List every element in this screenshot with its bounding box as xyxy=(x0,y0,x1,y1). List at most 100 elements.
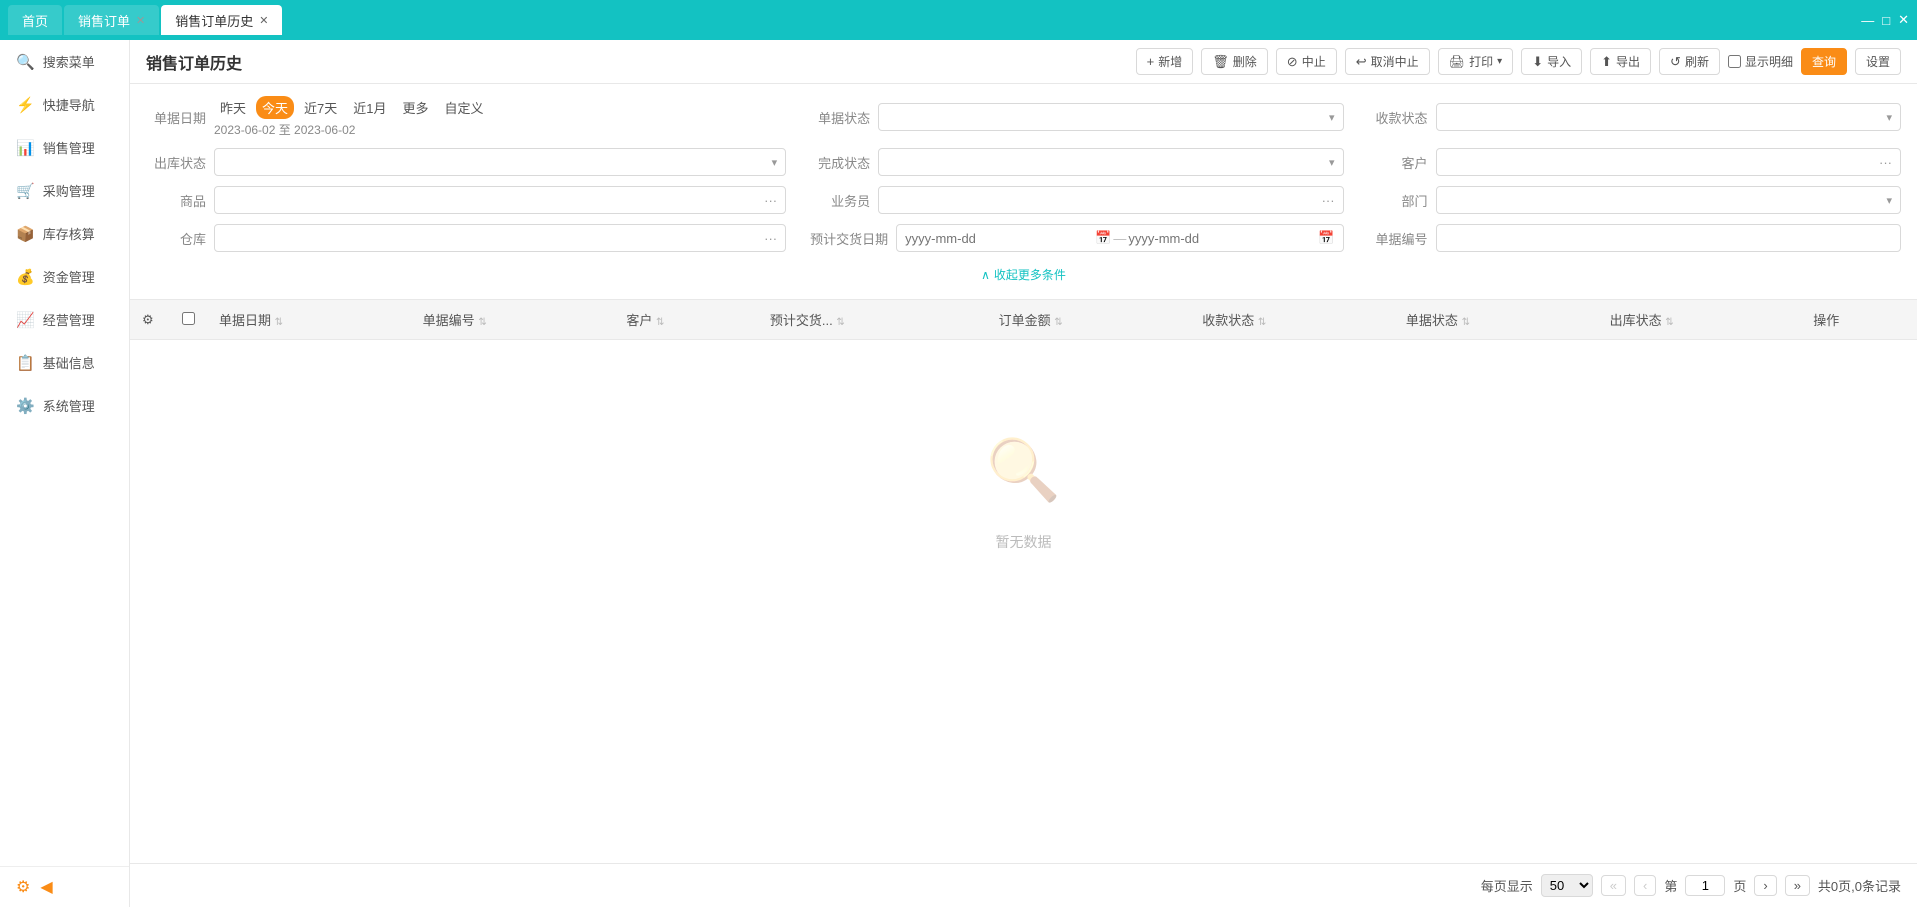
sidebar-item-sales-mgmt[interactable]: 📊 销售管理 xyxy=(0,126,129,169)
th-stock-out-label: 出库状态 xyxy=(1610,313,1662,328)
print-arrow-icon: ▾ xyxy=(1497,56,1502,67)
salesperson-more-icon[interactable]: ··· xyxy=(1322,193,1335,208)
date-btn-more[interactable]: 更多 xyxy=(397,96,435,119)
table-settings-icon[interactable]: ⚙ xyxy=(142,312,154,327)
date-range-display: 2023-06-02 至 2023-06-02 xyxy=(214,121,786,138)
order-status-control[interactable]: ▾ xyxy=(878,103,1343,131)
sidebar-collapse-icon[interactable]: ◀ xyxy=(40,877,52,897)
no-sort-icon[interactable]: ⇅ xyxy=(478,317,486,328)
delete-button[interactable]: 🗑 删除 xyxy=(1201,48,1268,75)
sidebar-item-purchase-mgmt[interactable]: 🛒 采购管理 xyxy=(0,169,129,212)
sidebar-item-quick-nav[interactable]: ⚡ 快捷导航 xyxy=(0,83,129,126)
stock-sort-icon[interactable]: ⇅ xyxy=(1665,317,1673,328)
tab-sales-order-history-close[interactable]: ✕ xyxy=(259,14,268,27)
date-range-separator: — xyxy=(1113,231,1126,246)
last-page-btn[interactable]: » xyxy=(1785,875,1810,896)
export-button[interactable]: ⬆ 导出 xyxy=(1590,48,1651,75)
sidebar-settings-icon[interactable]: ⚙ xyxy=(16,877,30,897)
date-btn-last1m[interactable]: 近1月 xyxy=(347,96,392,119)
customer-sort-icon[interactable]: ⇅ xyxy=(656,317,664,328)
date-btn-custom[interactable]: 自定义 xyxy=(439,96,490,119)
th-no-label: 单据编号 xyxy=(423,313,475,328)
customer-control[interactable]: ··· xyxy=(1436,148,1901,176)
calendar-end-icon[interactable]: 📅 xyxy=(1318,230,1334,246)
sidebar-item-search-menu[interactable]: 🔍 搜索菜单 xyxy=(0,40,129,83)
filter-customer: 客户 ··· xyxy=(1368,148,1901,176)
expected-sort-icon[interactable]: ⇅ xyxy=(836,317,844,328)
complete-status-control[interactable]: ▾ xyxy=(878,148,1343,176)
tab-home[interactable]: 首页 xyxy=(8,5,62,35)
payment-status-control[interactable]: ▾ xyxy=(1436,103,1901,131)
empty-figure-icon xyxy=(974,420,1074,520)
collapse-filter-label: 收起更多条件 xyxy=(994,266,1066,283)
payment-sort-icon[interactable]: ⇅ xyxy=(1258,317,1266,328)
collapse-filter-btn[interactable]: ∧ 收起更多条件 xyxy=(146,262,1901,287)
expected-date-start[interactable] xyxy=(905,231,1093,246)
date-btn-today[interactable]: 今天 xyxy=(256,96,294,119)
stock-out-status-control[interactable]: ▾ xyxy=(214,148,786,176)
select-all-checkbox[interactable] xyxy=(182,312,195,325)
display-detail-input[interactable] xyxy=(1728,55,1741,68)
date-sort-icon[interactable]: ⇅ xyxy=(275,317,283,328)
customer-more-icon[interactable]: ··· xyxy=(1879,155,1892,170)
stop-icon: ⊘ xyxy=(1287,54,1298,70)
order-no-control[interactable] xyxy=(1436,224,1901,252)
settings-button[interactable]: 设置 xyxy=(1855,48,1901,75)
first-page-btn[interactable]: « xyxy=(1601,875,1626,896)
goods-control[interactable]: ··· xyxy=(214,186,786,214)
prev-page-btn[interactable]: ‹ xyxy=(1634,875,1656,896)
refresh-button[interactable]: ↺ 刷新 xyxy=(1659,48,1720,75)
print-button[interactable]: 🖨 打印 ▾ xyxy=(1438,48,1514,75)
department-control[interactable]: ▾ xyxy=(1436,186,1901,214)
expected-date-end[interactable] xyxy=(1128,231,1316,246)
window-close-btn[interactable]: ✕ xyxy=(1898,12,1909,28)
sidebar-item-inventory[interactable]: 📦 库存核算 xyxy=(0,212,129,255)
stop-button[interactable]: ⊘ 中止 xyxy=(1276,48,1337,75)
tab-sales-order-close[interactable]: ✕ xyxy=(136,14,145,27)
sidebar-item-basic-info[interactable]: 📋 基础信息 xyxy=(0,341,129,384)
payment-status-label: 收款状态 xyxy=(1368,108,1428,127)
table-body: 暂无数据 xyxy=(130,340,1917,633)
new-label: 新增 xyxy=(1158,53,1182,70)
page-size-select[interactable]: 50 10 20 100 xyxy=(1541,874,1593,897)
calendar-start-icon[interactable]: 📅 xyxy=(1095,230,1111,246)
department-label: 部门 xyxy=(1368,191,1428,210)
order-no-input[interactable] xyxy=(1445,231,1892,246)
stock-out-status-label: 出库状态 xyxy=(146,153,206,172)
goods-more-icon[interactable]: ··· xyxy=(764,193,777,208)
expected-date-control[interactable]: 📅 — 📅 xyxy=(896,224,1343,252)
new-icon: + xyxy=(1147,54,1155,69)
th-expected-date: 预计交货... ⇅ xyxy=(758,300,987,340)
top-bar: 首页 销售订单 ✕ 销售订单历史 ✕ — □ ✕ xyxy=(0,0,1917,40)
th-payment-status: 收款状态 ⇅ xyxy=(1190,300,1394,340)
sidebar-item-operations[interactable]: 📈 经营管理 xyxy=(0,298,129,341)
sidebar-item-sys-mgmt[interactable]: ⚙️ 系统管理 xyxy=(0,384,129,427)
sidebar-item-finance-label: 资金管理 xyxy=(43,267,95,286)
date-btn-last7[interactable]: 近7天 xyxy=(298,96,343,119)
import-button[interactable]: ⬇ 导入 xyxy=(1521,48,1582,75)
amount-sort-icon[interactable]: ⇅ xyxy=(1054,317,1062,328)
tab-sales-order[interactable]: 销售订单 ✕ xyxy=(64,5,159,35)
warehouse-more-icon[interactable]: ··· xyxy=(764,231,777,246)
query-button[interactable]: 查询 xyxy=(1801,48,1847,75)
salesperson-control[interactable]: ··· xyxy=(878,186,1343,214)
window-max-btn[interactable]: □ xyxy=(1882,13,1890,28)
window-min-btn[interactable]: — xyxy=(1861,13,1874,28)
warehouse-control[interactable]: ··· xyxy=(214,224,786,252)
sidebar-bottom: ⚙ ◀ xyxy=(0,866,129,907)
current-page-input[interactable] xyxy=(1685,875,1725,896)
import-icon: ⬇ xyxy=(1532,54,1543,70)
refresh-label: 刷新 xyxy=(1685,53,1709,70)
new-button[interactable]: + 新增 xyxy=(1136,48,1194,75)
cancel-stop-button[interactable]: ↩ 取消中止 xyxy=(1345,48,1430,75)
next-page-btn[interactable]: › xyxy=(1754,875,1776,896)
sidebar-item-finance[interactable]: 💰 资金管理 xyxy=(0,255,129,298)
filter-stock-out-status: 出库状态 ▾ xyxy=(146,148,786,176)
th-actions: 操作 xyxy=(1801,300,1917,340)
tab-sales-order-history[interactable]: 销售订单历史 ✕ xyxy=(161,5,282,35)
next-page-icon: › xyxy=(1763,878,1767,893)
th-amount-label: 订单金额 xyxy=(999,313,1051,328)
order-status-sort-icon[interactable]: ⇅ xyxy=(1462,317,1470,328)
date-btn-yesterday[interactable]: 昨天 xyxy=(214,96,252,119)
display-detail-checkbox[interactable]: 显示明细 xyxy=(1728,53,1793,70)
